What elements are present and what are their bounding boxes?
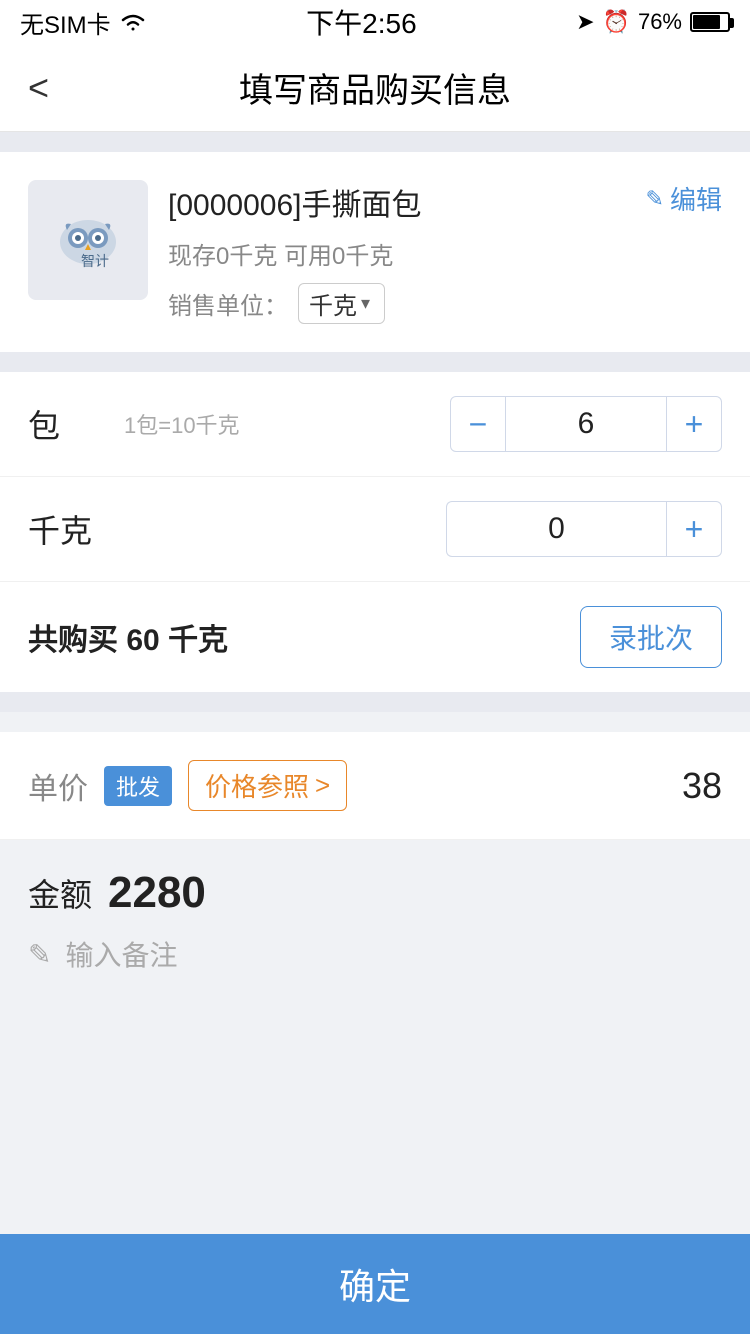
bao-hint: 1包=10千克 (124, 408, 434, 440)
status-time: 下午2:56 (306, 2, 417, 42)
price-tag-badge: 批发 (104, 766, 172, 806)
page-title: 填写商品购买信息 (239, 63, 511, 112)
product-unit-row: 销售单位： 千克 ▾ (168, 283, 722, 324)
price-ref-arrow: > (315, 770, 330, 801)
note-placeholder: 输入备注 (65, 934, 177, 974)
total-unit: 千克 (168, 624, 228, 657)
kg-stepper: + (446, 501, 722, 557)
total-row: 共购买 60 千克 录批次 (0, 582, 750, 692)
status-bar: 无SIM卡 下午2:56 ➤ ⏰ 76% (0, 0, 750, 44)
product-logo: 智计 (53, 210, 123, 270)
edit-icon: ✎ (646, 186, 664, 212)
total-text: 共购买 60 千克 (28, 615, 228, 659)
alarm-icon: ⏰ (603, 9, 630, 35)
status-right: ➤ ⏰ 76% (576, 9, 730, 35)
price-ref-label: 价格参照 (205, 767, 309, 804)
edit-label: 编辑 (670, 180, 722, 217)
back-button[interactable]: < (28, 67, 49, 109)
batch-button[interactable]: 录批次 (580, 606, 722, 668)
bao-input-row: 包 1包=10千克 − + (0, 372, 750, 477)
unit-value: 千克 (309, 286, 357, 321)
product-image: 智计 (28, 180, 148, 300)
edit-button[interactable]: ✎ 编辑 (646, 180, 722, 217)
pencil-icon: ✎ (28, 938, 51, 971)
svg-text:智计: 智计 (81, 253, 109, 269)
bao-input-section: 包 1包=10千克 − + 千克 + (0, 372, 750, 582)
amount-label: 金额 (28, 870, 92, 916)
status-carrier: 无SIM卡 (20, 5, 147, 40)
unit-label: 销售单位： (168, 286, 288, 321)
bao-stepper: − + (450, 396, 722, 452)
confirm-label: 确定 (339, 1258, 411, 1310)
bao-minus-button[interactable]: − (450, 396, 506, 452)
kg-input[interactable] (446, 501, 666, 557)
kg-plus-button[interactable]: + (666, 501, 722, 557)
confirm-bar[interactable]: 确定 (0, 1234, 750, 1334)
product-stock: 现存0千克 可用0千克 (168, 236, 722, 271)
total-prefix: 共购买 (28, 624, 118, 657)
note-row[interactable]: ✎ 输入备注 (28, 934, 722, 974)
product-card: 智计 [0000006]手撕面包 现存0千克 可用0千克 销售单位： 千克 ▾ … (0, 152, 750, 352)
bao-label: 包 (28, 401, 108, 447)
amount-value: 2280 (108, 868, 206, 918)
amount-row: 金额 2280 (28, 868, 722, 918)
top-divider (0, 132, 750, 152)
product-name: [0000006]手撕面包 (168, 180, 722, 224)
price-section: 单价 批发 价格参照 > 38 (0, 732, 750, 840)
location-icon: ➤ (576, 9, 594, 35)
carrier-text: 无SIM卡 (20, 5, 111, 40)
total-amount: 60 (126, 624, 159, 657)
product-info: [0000006]手撕面包 现存0千克 可用0千克 销售单位： 千克 ▾ (168, 180, 722, 324)
unit-dropdown-icon: ▾ (361, 293, 370, 314)
unit-select[interactable]: 千克 ▾ (298, 283, 385, 324)
price-ref-button[interactable]: 价格参照 > (188, 760, 347, 811)
mid-divider-1 (0, 352, 750, 372)
wifi-icon (119, 11, 147, 33)
nav-bar: < 填写商品购买信息 (0, 44, 750, 132)
kg-label: 千克 (28, 506, 446, 552)
battery-icon (690, 12, 730, 32)
amount-section: 金额 2280 ✎ 输入备注 (0, 840, 750, 994)
mid-divider-2 (0, 692, 750, 712)
bao-input[interactable] (506, 396, 666, 452)
battery-percent: 76% (638, 9, 682, 35)
price-value: 38 (682, 765, 722, 807)
price-label: 单价 (28, 764, 88, 808)
kg-input-row: 千克 + (0, 477, 750, 582)
bao-plus-button[interactable]: + (666, 396, 722, 452)
